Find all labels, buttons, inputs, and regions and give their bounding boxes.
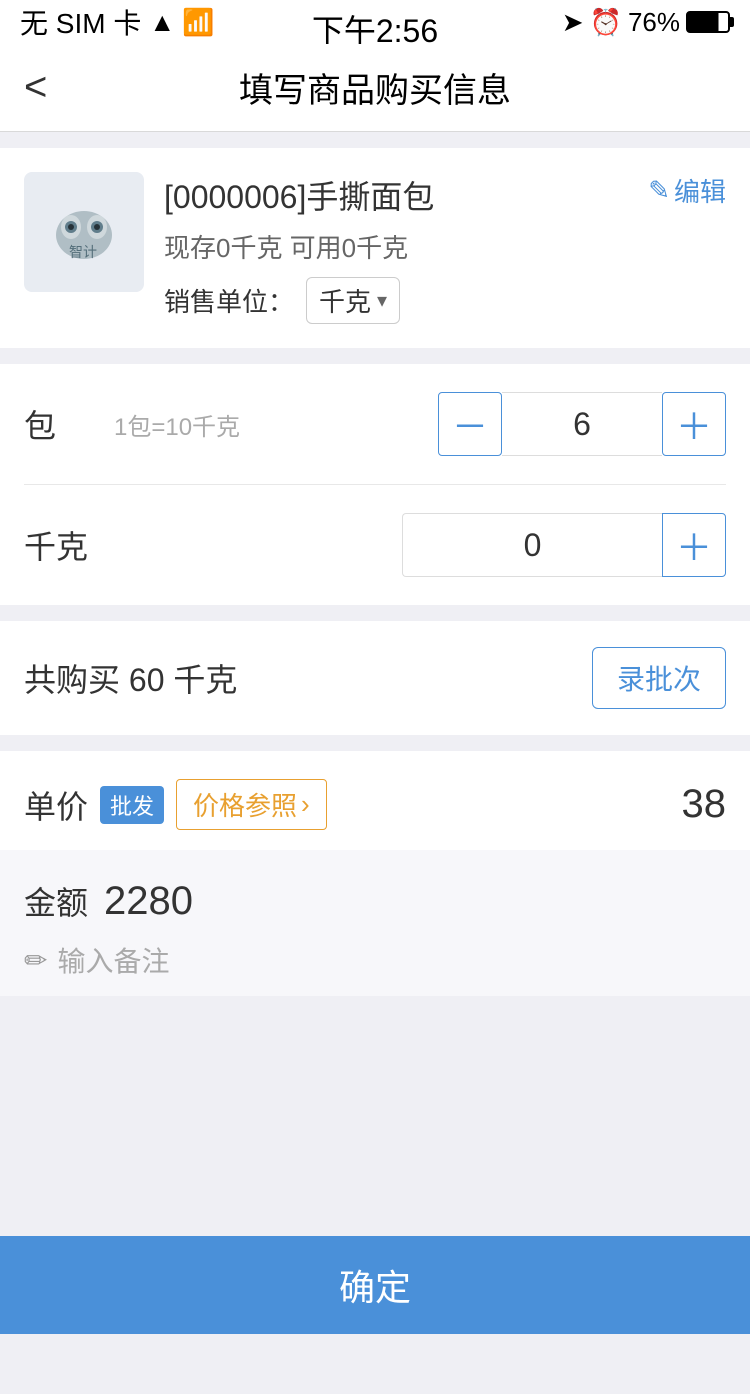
bao-label: 包 <box>24 401 104 447</box>
bao-stepper: － ＋ <box>438 392 726 456</box>
carrier-text: 无 SIM 卡 <box>20 2 141 42</box>
status-left: 无 SIM 卡 ▲︎ 📶 <box>20 2 215 42</box>
product-unit-row: 销售单位： 千克 ▾ <box>164 277 726 324</box>
section-gap-1 <box>0 348 750 364</box>
product-info: [0000006]手撕面包 ✎ 编辑 现存0千克 可用0千克 销售单位： 千克 … <box>164 172 726 324</box>
total-text: 共购买 60 千克 <box>24 655 237 701</box>
product-thumbnail: 智计 <box>24 172 144 292</box>
page-title: 填写商品购买信息 <box>239 63 511 112</box>
batch-tag: 批发 <box>100 786 164 824</box>
pencil-icon: ✏ <box>24 944 47 977</box>
page-content: 无 SIM 卡 ▲︎ 📶 下午2:56 ➤ ⏰ 76% < 填写商品购买信息 <box>0 0 750 1394</box>
confirm-button[interactable]: 确定 <box>0 1236 750 1334</box>
alarm-icon: ⏰ <box>590 7 622 38</box>
product-card: 智计 [0000006]手撕面包 ✎ 编辑 现存0千克 可用0千克 销售单位： … <box>0 148 750 348</box>
nav-bar: < 填写商品购买信息 <box>0 44 750 132</box>
edit-icon: ✎ <box>648 175 670 206</box>
amount-row: 金额 2280 <box>24 878 726 924</box>
price-row: 单价 批发 价格参照 › 38 <box>24 779 726 830</box>
bao-quantity-input[interactable] <box>502 392 662 456</box>
price-label-group: 单价 批发 价格参照 › <box>24 779 327 830</box>
price-value: 38 <box>682 782 727 827</box>
amount-section: 金额 2280 ✏ 输入备注 <box>0 850 750 996</box>
bao-minus-button[interactable]: － <box>438 392 502 456</box>
status-bar: 无 SIM 卡 ▲︎ 📶 下午2:56 ➤ ⏰ 76% <box>0 0 750 44</box>
kg-input-row: 千克 ＋ <box>24 485 726 605</box>
bao-hint: 1包=10千克 <box>114 407 438 442</box>
price-section: 单价 批发 价格参照 › 38 <box>0 751 750 850</box>
price-ref-button[interactable]: 价格参照 › <box>176 779 327 830</box>
product-logo: 智计 <box>49 197 119 267</box>
section-gap-3 <box>0 735 750 751</box>
confirm-label: 确定 <box>339 1259 411 1311</box>
kg-stepper: ＋ <box>402 513 726 577</box>
edit-button[interactable]: ✎ 编辑 <box>648 172 726 209</box>
unit-label: 销售单位： <box>164 282 294 319</box>
battery-icon <box>686 11 730 33</box>
price-label: 单价 <box>24 782 88 828</box>
kg-plus-button[interactable]: ＋ <box>662 513 726 577</box>
battery-percent: 76% <box>628 7 680 38</box>
unit-select[interactable]: 千克 ▾ <box>306 277 400 324</box>
bao-plus-button[interactable]: ＋ <box>662 392 726 456</box>
section-gap-2 <box>0 605 750 621</box>
kg-quantity-input[interactable] <box>402 513 662 577</box>
product-stock: 现存0千克 可用0千克 <box>164 228 726 265</box>
product-name: [0000006]手撕面包 <box>164 172 434 218</box>
kg-label: 千克 <box>24 522 104 568</box>
remark-placeholder: 输入备注 <box>57 940 169 980</box>
chevron-down-icon: ▾ <box>377 288 387 313</box>
input-section: 包 1包=10千克 － ＋ 千克 ＋ <box>0 364 750 605</box>
batch-button[interactable]: 录批次 <box>592 647 726 709</box>
amount-value: 2280 <box>104 879 193 924</box>
location-icon: ➤ <box>562 7 584 38</box>
svg-text:智计: 智计 <box>69 244 97 260</box>
bao-input-row: 包 1包=10千克 － ＋ <box>24 364 726 485</box>
status-right: ➤ ⏰ 76% <box>562 7 730 38</box>
amount-label: 金额 <box>24 878 88 924</box>
back-button[interactable]: < <box>24 65 47 110</box>
chevron-right-icon: › <box>301 789 310 820</box>
remark-row[interactable]: ✏ 输入备注 <box>24 940 726 980</box>
total-section: 共购买 60 千克 录批次 <box>0 621 750 735</box>
product-top-row: [0000006]手撕面包 ✎ 编辑 <box>164 172 726 228</box>
wifi-icon: ▲︎ 📶 <box>149 7 214 38</box>
